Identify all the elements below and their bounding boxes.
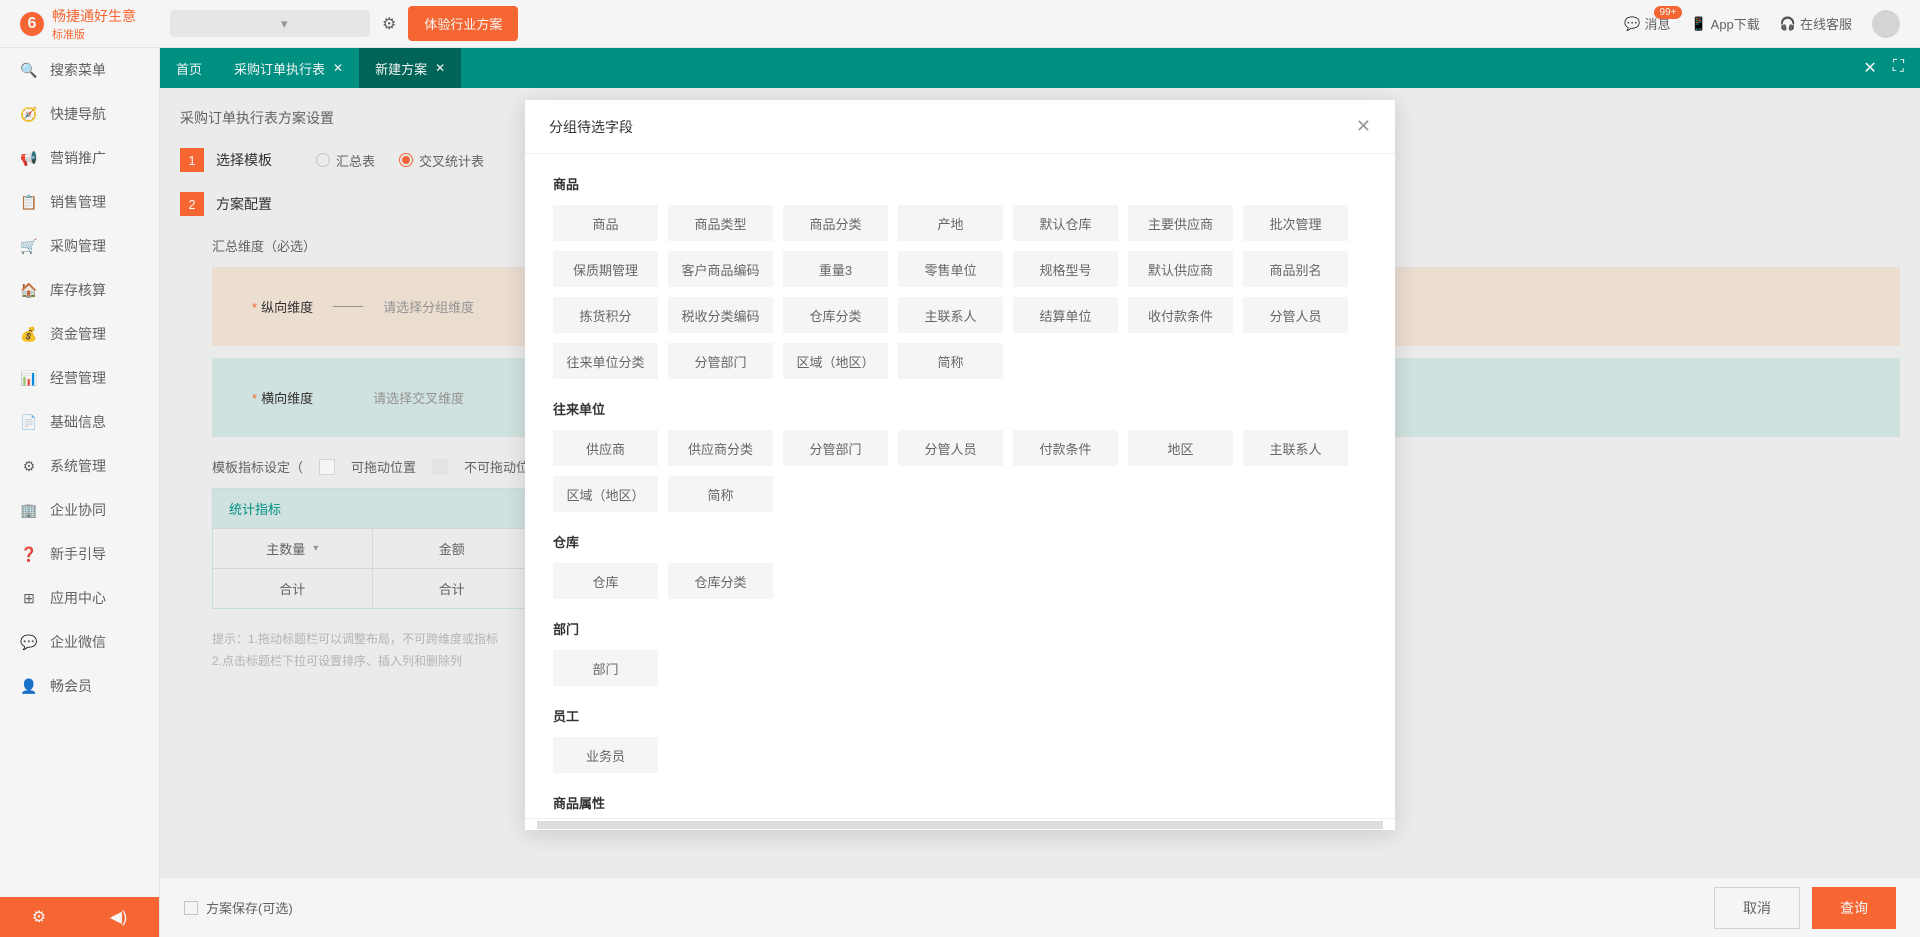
modal-title: 分组待选字段 [549, 117, 633, 137]
field-btn[interactable]: 批次管理 [1243, 205, 1348, 241]
field-btn[interactable]: 往来单位分类 [553, 343, 658, 379]
field-group-title: 部门 [553, 619, 1367, 638]
field-btn[interactable]: 收付款条件 [1128, 297, 1233, 333]
field-group-2: 仓库仓库仓库分类 [553, 532, 1367, 599]
field-btn[interactable]: 规格型号 [1013, 251, 1118, 287]
modal-overlay[interactable]: 分组待选字段 ✕ 商品商品商品类型商品分类产地默认仓库主要供应商批次管理保质期管… [0, 0, 1920, 937]
field-btn[interactable]: 部门 [553, 650, 658, 686]
field-btn[interactable]: 业务员 [553, 737, 658, 773]
field-btn[interactable]: 主联系人 [1243, 430, 1348, 466]
field-btn[interactable]: 产地 [898, 205, 1003, 241]
field-btn[interactable]: 零售单位 [898, 251, 1003, 287]
field-group-1: 往来单位供应商供应商分类分管部门分管人员付款条件地区主联系人区域（地区） 简称 [553, 399, 1367, 512]
field-group-title: 员工 [553, 706, 1367, 725]
field-group-3: 部门部门 [553, 619, 1367, 686]
field-group-title: 往来单位 [553, 399, 1367, 418]
field-group-title: 仓库 [553, 532, 1367, 551]
field-btn[interactable]: 供应商 [553, 430, 658, 466]
field-btn[interactable]: 分管部门 [668, 343, 773, 379]
field-btn[interactable]: 保质期管理 [553, 251, 658, 287]
field-btn[interactable]: 结算单位 [1013, 297, 1118, 333]
field-btn[interactable]: 仓库分类 [783, 297, 888, 333]
field-buttons: 仓库仓库分类 [553, 563, 1367, 599]
field-btn[interactable]: 商品类型 [668, 205, 773, 241]
field-btn[interactable]: 客户商品编码 [668, 251, 773, 287]
field-btn[interactable]: 付款条件 [1013, 430, 1118, 466]
field-btn[interactable]: 分管人员 [1243, 297, 1348, 333]
field-btn[interactable]: 仓库 [553, 563, 658, 599]
field-btn[interactable]: 简称 [668, 476, 773, 512]
field-buttons: 部门 [553, 650, 1367, 686]
field-btn[interactable]: 供应商分类 [668, 430, 773, 466]
modal: 分组待选字段 ✕ 商品商品商品类型商品分类产地默认仓库主要供应商批次管理保质期管… [525, 100, 1395, 830]
field-btn[interactable]: 税收分类编码 [668, 297, 773, 333]
field-btn[interactable]: 主联系人 [898, 297, 1003, 333]
modal-body: 商品商品商品类型商品分类产地默认仓库主要供应商批次管理保质期管理客户商品编码重量… [525, 154, 1395, 818]
close-icon[interactable]: ✕ [1356, 116, 1371, 137]
field-btn[interactable]: 商品别名 [1243, 251, 1348, 287]
field-btn[interactable]: 重量3 [783, 251, 888, 287]
field-btn[interactable]: 地区 [1128, 430, 1233, 466]
field-group-title: 商品 [553, 174, 1367, 193]
field-btn[interactable]: 分管人员 [898, 430, 1003, 466]
modal-hscroll[interactable] [525, 818, 1395, 830]
field-group-5: 商品属性属性颜色多规格尺码鞋码1 [553, 793, 1367, 818]
field-group-4: 员工业务员 [553, 706, 1367, 773]
field-buttons: 业务员 [553, 737, 1367, 773]
field-btn[interactable]: 仓库分类 [668, 563, 773, 599]
field-buttons: 供应商供应商分类分管部门分管人员付款条件地区主联系人区域（地区） 简称 [553, 430, 1367, 512]
field-group-title: 商品属性 [553, 793, 1367, 812]
field-btn[interactable]: 默认仓库 [1013, 205, 1118, 241]
field-btn[interactable]: 商品分类 [783, 205, 888, 241]
modal-header: 分组待选字段 ✕ [525, 100, 1395, 154]
field-btn[interactable]: 区域（地区） [553, 476, 658, 512]
field-group-0: 商品商品商品类型商品分类产地默认仓库主要供应商批次管理保质期管理客户商品编码重量… [553, 174, 1367, 379]
field-btn[interactable]: 主要供应商 [1128, 205, 1233, 241]
field-btn[interactable]: 默认供应商 [1128, 251, 1233, 287]
field-btn[interactable]: 分管部门 [783, 430, 888, 466]
field-btn[interactable]: 拣货积分 [553, 297, 658, 333]
field-btn[interactable]: 商品 [553, 205, 658, 241]
field-buttons: 商品商品类型商品分类产地默认仓库主要供应商批次管理保质期管理客户商品编码重量3 零… [553, 205, 1367, 379]
field-btn[interactable]: 区域（地区） [783, 343, 888, 379]
field-btn[interactable]: 简称 [898, 343, 1003, 379]
